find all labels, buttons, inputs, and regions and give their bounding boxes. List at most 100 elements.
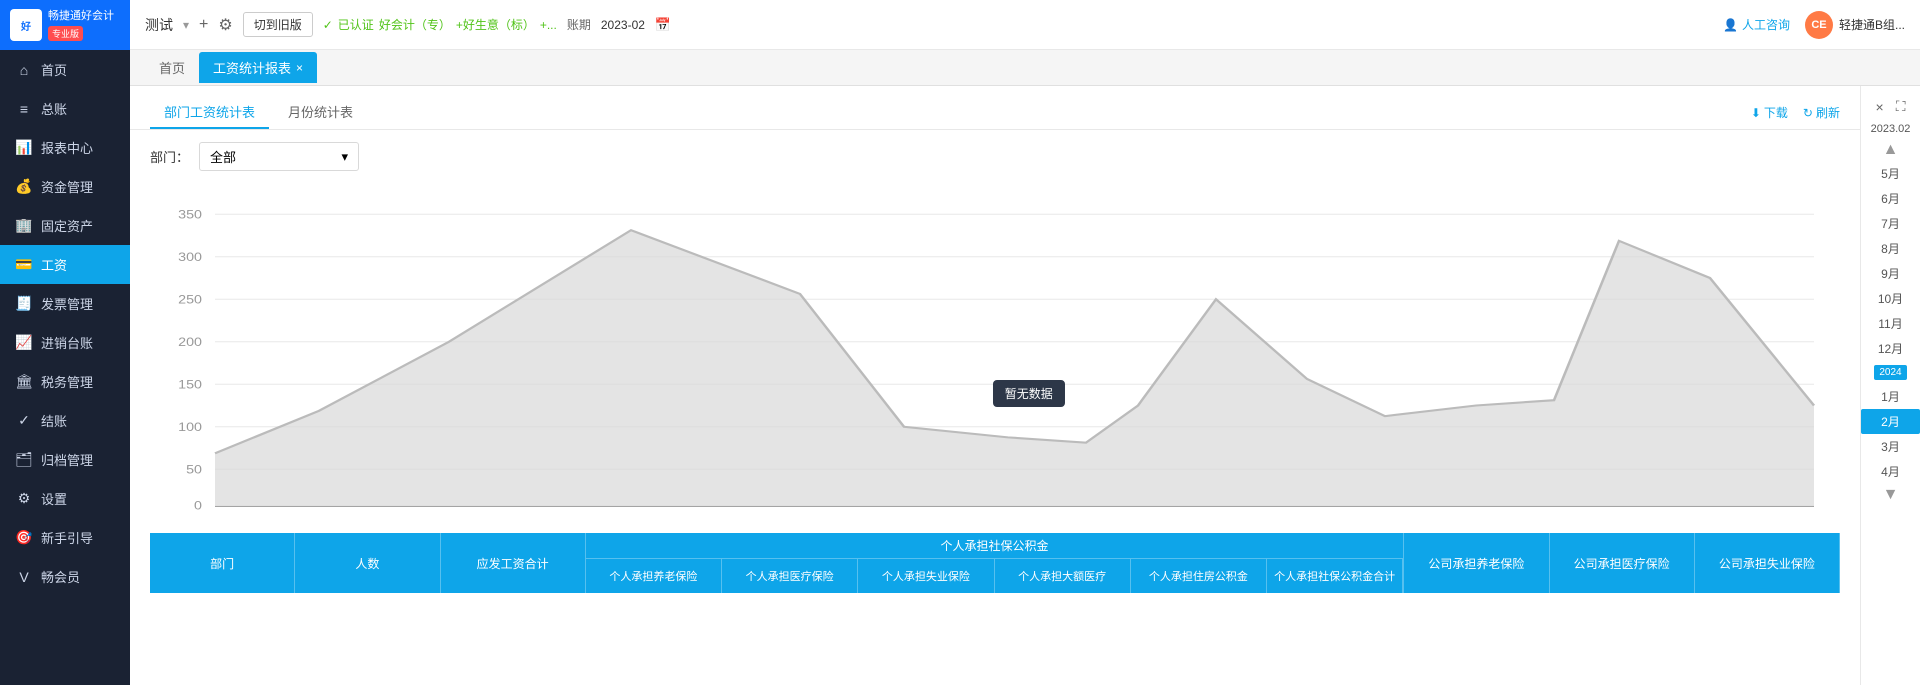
invoice-icon: 🧾 bbox=[15, 295, 33, 312]
topbar-title: 测试 bbox=[145, 15, 173, 35]
certified-label: 已认证 bbox=[338, 16, 374, 33]
sub-tab-monthly[interactable]: 月份统计表 bbox=[274, 96, 367, 129]
sidebar-item-invoice[interactable]: 🧾 发票管理 bbox=[0, 284, 130, 323]
content-main: 部门工资统计表 月份统计表 ⬇ 下载 ↻ 刷新 bbox=[130, 86, 1860, 685]
year-2024-badge[interactable]: 2024 bbox=[1874, 365, 1906, 380]
app-logo: 好 畅捷通好会计 专业版 bbox=[0, 0, 130, 50]
ledger-icon: ≡ bbox=[15, 101, 33, 117]
panel-month-8[interactable]: 8月 bbox=[1861, 236, 1920, 261]
svg-text:50: 50 bbox=[186, 463, 202, 476]
app-edition: 专业版 bbox=[48, 26, 83, 41]
period-value: 2023-02 bbox=[601, 18, 645, 32]
help-label: 人工咨询 bbox=[1742, 16, 1790, 33]
chart-container: 350 300 250 200 150 100 50 0 bbox=[150, 193, 1840, 533]
panel-month-1[interactable]: 1月 bbox=[1861, 384, 1920, 409]
tab-payroll-stats[interactable]: 工资统计报表 × bbox=[199, 52, 317, 83]
help-icon: 👤 bbox=[1723, 18, 1738, 32]
panel-down-arrow[interactable]: ▼ bbox=[1881, 484, 1901, 506]
switch-to-old-button[interactable]: 切到旧版 bbox=[243, 12, 313, 37]
svg-text:250: 250 bbox=[178, 293, 202, 306]
sidebar-label-sales: 进销台账 bbox=[41, 333, 93, 352]
avatar-text: CE bbox=[1811, 19, 1826, 31]
panel-month-12[interactable]: 12月 bbox=[1861, 336, 1920, 361]
svg-text:300: 300 bbox=[178, 250, 202, 263]
assets-icon: 🏢 bbox=[15, 217, 33, 234]
user-area[interactable]: CE 轻捷通B组... bbox=[1805, 11, 1905, 39]
panel-expand-button[interactable]: ⛶ bbox=[1892, 94, 1910, 119]
sidebar-item-sales-ledger[interactable]: 📈 进销台账 bbox=[0, 323, 130, 362]
download-button[interactable]: ⬇ 下载 bbox=[1751, 104, 1788, 121]
business-label: +好生意（标） bbox=[456, 16, 535, 33]
topbar-gear-button[interactable]: ⚙ bbox=[218, 15, 232, 35]
table-col-company-pension: 公司承担养老保险 bbox=[1404, 533, 1549, 593]
sidebar-item-general-ledger[interactable]: ≡ 总账 bbox=[0, 89, 130, 128]
calendar-icon[interactable]: 📅 bbox=[655, 17, 671, 33]
department-select[interactable]: 全部 ▾ bbox=[199, 142, 359, 171]
sidebar-label-fund: 资金管理 bbox=[41, 177, 93, 196]
select-arrow-icon: ▾ bbox=[341, 149, 348, 165]
table-group-cols: 个人承担养老保险 个人承担医疗保险 个人承担失业保险 个人承担大额医疗 个人承担… bbox=[586, 559, 1404, 593]
table-sub-medical: 个人承担医疗保险 bbox=[722, 559, 858, 593]
svg-text:350: 350 bbox=[178, 208, 202, 221]
tax-icon: 🏛 bbox=[15, 373, 33, 390]
sidebar-item-tax[interactable]: 🏛 税务管理 bbox=[0, 362, 130, 401]
refresh-button[interactable]: ↻ 刷新 bbox=[1803, 104, 1840, 121]
main-area: 测试 ▾ + ⚙ 切到旧版 ✓ 已认证 好会计（专） +好生意（标） +... … bbox=[130, 0, 1920, 685]
tab-close-button[interactable]: × bbox=[296, 61, 303, 75]
panel-month-2[interactable]: 2月 bbox=[1861, 409, 1920, 434]
sidebar-item-report-center[interactable]: 📊 报表中心 bbox=[0, 128, 130, 167]
table-col-company-medical: 公司承担医疗保险 bbox=[1550, 533, 1695, 593]
sidebar-label-archive: 归档管理 bbox=[41, 450, 93, 469]
sidebar-item-fixed-assets[interactable]: 🏢 固定资产 bbox=[0, 206, 130, 245]
sub-tab-dept[interactable]: 部门工资统计表 bbox=[150, 96, 269, 129]
sidebar-item-vip[interactable]: V 畅会员 bbox=[0, 557, 130, 596]
panel-month-10[interactable]: 10月 bbox=[1861, 286, 1920, 311]
panel-close-button[interactable]: × bbox=[1872, 95, 1888, 119]
table-group-personal-insurance: 个人承担社保公积金 个人承担养老保险 个人承担医疗保险 个人承担失业保险 个人承… bbox=[586, 533, 1405, 593]
table-sub-pension: 个人承担养老保险 bbox=[586, 559, 722, 593]
guide-icon: 🎯 bbox=[15, 529, 33, 546]
avatar: CE bbox=[1805, 11, 1833, 39]
good-acct-label: 好会计（专） bbox=[379, 16, 451, 33]
tab-home[interactable]: 首页 bbox=[145, 52, 199, 83]
topbar-add-button[interactable]: + bbox=[199, 16, 208, 34]
panel-month-7[interactable]: 7月 bbox=[1861, 211, 1920, 236]
sidebar-label-invoice: 发票管理 bbox=[41, 294, 93, 313]
topbar-dropdown-arrow[interactable]: ▾ bbox=[183, 18, 189, 32]
sidebar-label-vip: 畅会员 bbox=[41, 567, 80, 586]
chart-svg: 350 300 250 200 150 100 50 0 bbox=[150, 193, 1840, 533]
panel-month-9[interactable]: 9月 bbox=[1861, 261, 1920, 286]
payroll-icon: 💳 bbox=[15, 256, 33, 273]
table-sub-major-medical: 个人承担大额医疗 bbox=[995, 559, 1131, 593]
sidebar-item-fund-management[interactable]: 💰 资金管理 bbox=[0, 167, 130, 206]
more-label: +... bbox=[540, 18, 557, 32]
sidebar-item-settings[interactable]: ⚙ 设置 bbox=[0, 479, 130, 518]
sidebar-label-assets: 固定资产 bbox=[41, 216, 93, 235]
panel-up-arrow[interactable]: ▲ bbox=[1881, 139, 1901, 161]
panel-month-6[interactable]: 6月 bbox=[1861, 186, 1920, 211]
logo-text-block: 畅捷通好会计 专业版 bbox=[48, 9, 114, 40]
panel-month-11[interactable]: 11月 bbox=[1861, 311, 1920, 336]
sidebar-item-home[interactable]: ⌂ 首页 bbox=[0, 50, 130, 89]
svg-text:200: 200 bbox=[178, 335, 202, 348]
sidebar-item-payroll[interactable]: 💳 工资 bbox=[0, 245, 130, 284]
panel-month-5[interactable]: 5月 bbox=[1861, 161, 1920, 186]
sidebar-item-settlement[interactable]: ✓ 结账 bbox=[0, 401, 130, 440]
topbar: 测试 ▾ + ⚙ 切到旧版 ✓ 已认证 好会计（专） +好生意（标） +... … bbox=[130, 0, 1920, 50]
sidebar-item-archive[interactable]: 🗂 归档管理 bbox=[0, 440, 130, 479]
username-label: 轻捷通B组... bbox=[1839, 16, 1905, 33]
panel-month-4[interactable]: 4月 bbox=[1861, 459, 1920, 484]
sidebar-label-payroll: 工资 bbox=[41, 255, 67, 274]
topbar-status: ✓ 已认证 好会计（专） +好生意（标） +... bbox=[323, 16, 557, 33]
panel-month-3[interactable]: 3月 bbox=[1861, 434, 1920, 459]
sidebar-label-report: 报表中心 bbox=[41, 138, 93, 157]
vip-icon: V bbox=[15, 569, 33, 585]
sub-tabs: 部门工资统计表 月份统计表 ⬇ 下载 ↻ 刷新 bbox=[130, 86, 1860, 130]
sidebar-item-guide[interactable]: 🎯 新手引导 bbox=[0, 518, 130, 557]
help-button[interactable]: 👤 人工咨询 bbox=[1723, 16, 1790, 33]
sidebar-label-settings: 设置 bbox=[41, 489, 67, 508]
department-value: 全部 bbox=[210, 147, 236, 166]
table-col-people: 人数 bbox=[295, 533, 440, 593]
table-sub-housing-fund: 个人承担住房公积金 bbox=[1131, 559, 1267, 593]
certified-icon: ✓ bbox=[323, 18, 333, 32]
